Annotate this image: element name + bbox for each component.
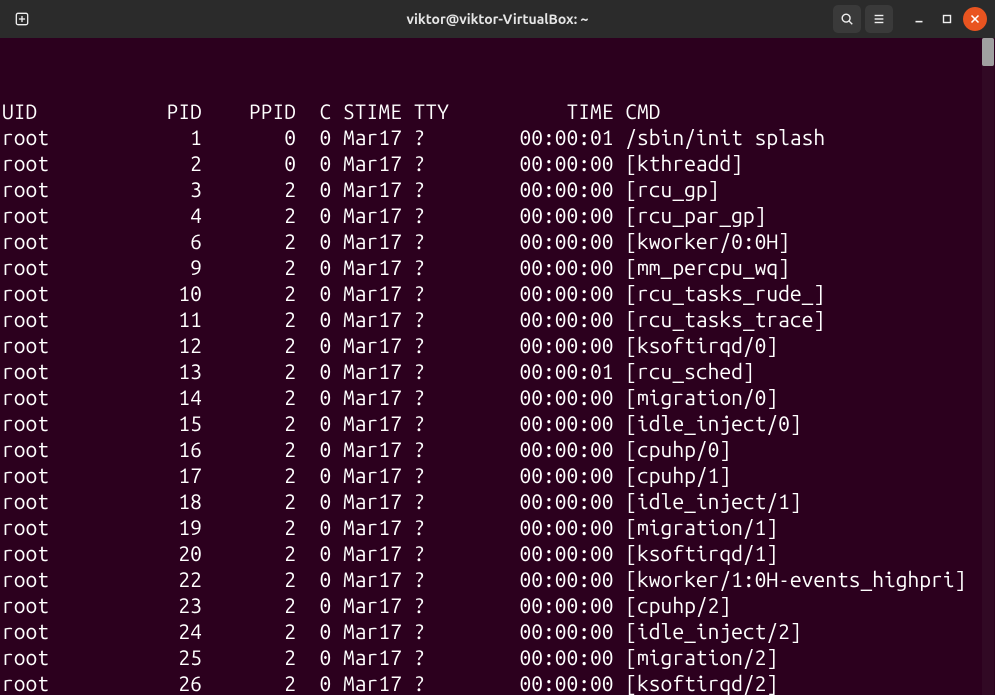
table-row: root 25 2 0 Mar17 ? 00:00:00 [migration/…: [0, 644, 995, 670]
table-row: root 1 0 0 Mar17 ? 00:00:01 /sbin/init s…: [0, 124, 995, 150]
menu-button[interactable]: [865, 5, 893, 33]
titlebar: viktor@viktor-VirtualBox: ~: [0, 0, 995, 38]
maximize-button[interactable]: [935, 7, 959, 31]
table-row: root 6 2 0 Mar17 ? 00:00:00 [kworker/0:0…: [0, 228, 995, 254]
table-row: root 11 2 0 Mar17 ? 00:00:00 [rcu_tasks_…: [0, 306, 995, 332]
table-row: root 10 2 0 Mar17 ? 00:00:00 [rcu_tasks_…: [0, 280, 995, 306]
table-row: root 22 2 0 Mar17 ? 00:00:00 [kworker/1:…: [0, 566, 995, 592]
table-row: root 3 2 0 Mar17 ? 00:00:00 [rcu_gp]: [0, 176, 995, 202]
scrollbar-thumb[interactable]: [982, 38, 994, 66]
new-tab-button[interactable]: [8, 5, 36, 33]
table-row: root 23 2 0 Mar17 ? 00:00:00 [cpuhp/2]: [0, 592, 995, 618]
hamburger-icon: [872, 12, 886, 26]
table-row: root 17 2 0 Mar17 ? 00:00:00 [cpuhp/1]: [0, 462, 995, 488]
table-row: root 14 2 0 Mar17 ? 00:00:00 [migration/…: [0, 384, 995, 410]
maximize-icon: [940, 12, 954, 26]
table-row: root 12 2 0 Mar17 ? 00:00:00 [ksoftirqd/…: [0, 332, 995, 358]
table-row: root 9 2 0 Mar17 ? 00:00:00 [mm_percpu_w…: [0, 254, 995, 280]
table-row: root 19 2 0 Mar17 ? 00:00:00 [migration/…: [0, 514, 995, 540]
table-row: root 26 2 0 Mar17 ? 00:00:00 [ksoftirqd/…: [0, 670, 995, 695]
search-icon: [840, 12, 854, 26]
plus-box-icon: [15, 12, 29, 26]
table-row: root 18 2 0 Mar17 ? 00:00:00 [idle_injec…: [0, 488, 995, 514]
table-header: UID PID PPID C STIME TTY TIME CMD: [0, 98, 995, 124]
close-button[interactable]: [963, 7, 987, 31]
close-icon: [968, 12, 982, 26]
table-row: root 20 2 0 Mar17 ? 00:00:00 [ksoftirqd/…: [0, 540, 995, 566]
terminal-output[interactable]: UID PID PPID C STIME TTY TIME CMDroot 1 …: [0, 38, 995, 695]
table-row: root 4 2 0 Mar17 ? 00:00:00 [rcu_par_gp]: [0, 202, 995, 228]
table-row: root 15 2 0 Mar17 ? 00:00:00 [idle_injec…: [0, 410, 995, 436]
scrollbar-track[interactable]: [982, 38, 994, 695]
table-row: root 2 0 0 Mar17 ? 00:00:00 [kthreadd]: [0, 150, 995, 176]
minimize-icon: [912, 12, 926, 26]
search-button[interactable]: [833, 5, 861, 33]
table-row: root 24 2 0 Mar17 ? 00:00:00 [idle_injec…: [0, 618, 995, 644]
table-row: root 13 2 0 Mar17 ? 00:00:01 [rcu_sched]: [0, 358, 995, 384]
minimize-button[interactable]: [907, 7, 931, 31]
table-row: root 16 2 0 Mar17 ? 00:00:00 [cpuhp/0]: [0, 436, 995, 462]
